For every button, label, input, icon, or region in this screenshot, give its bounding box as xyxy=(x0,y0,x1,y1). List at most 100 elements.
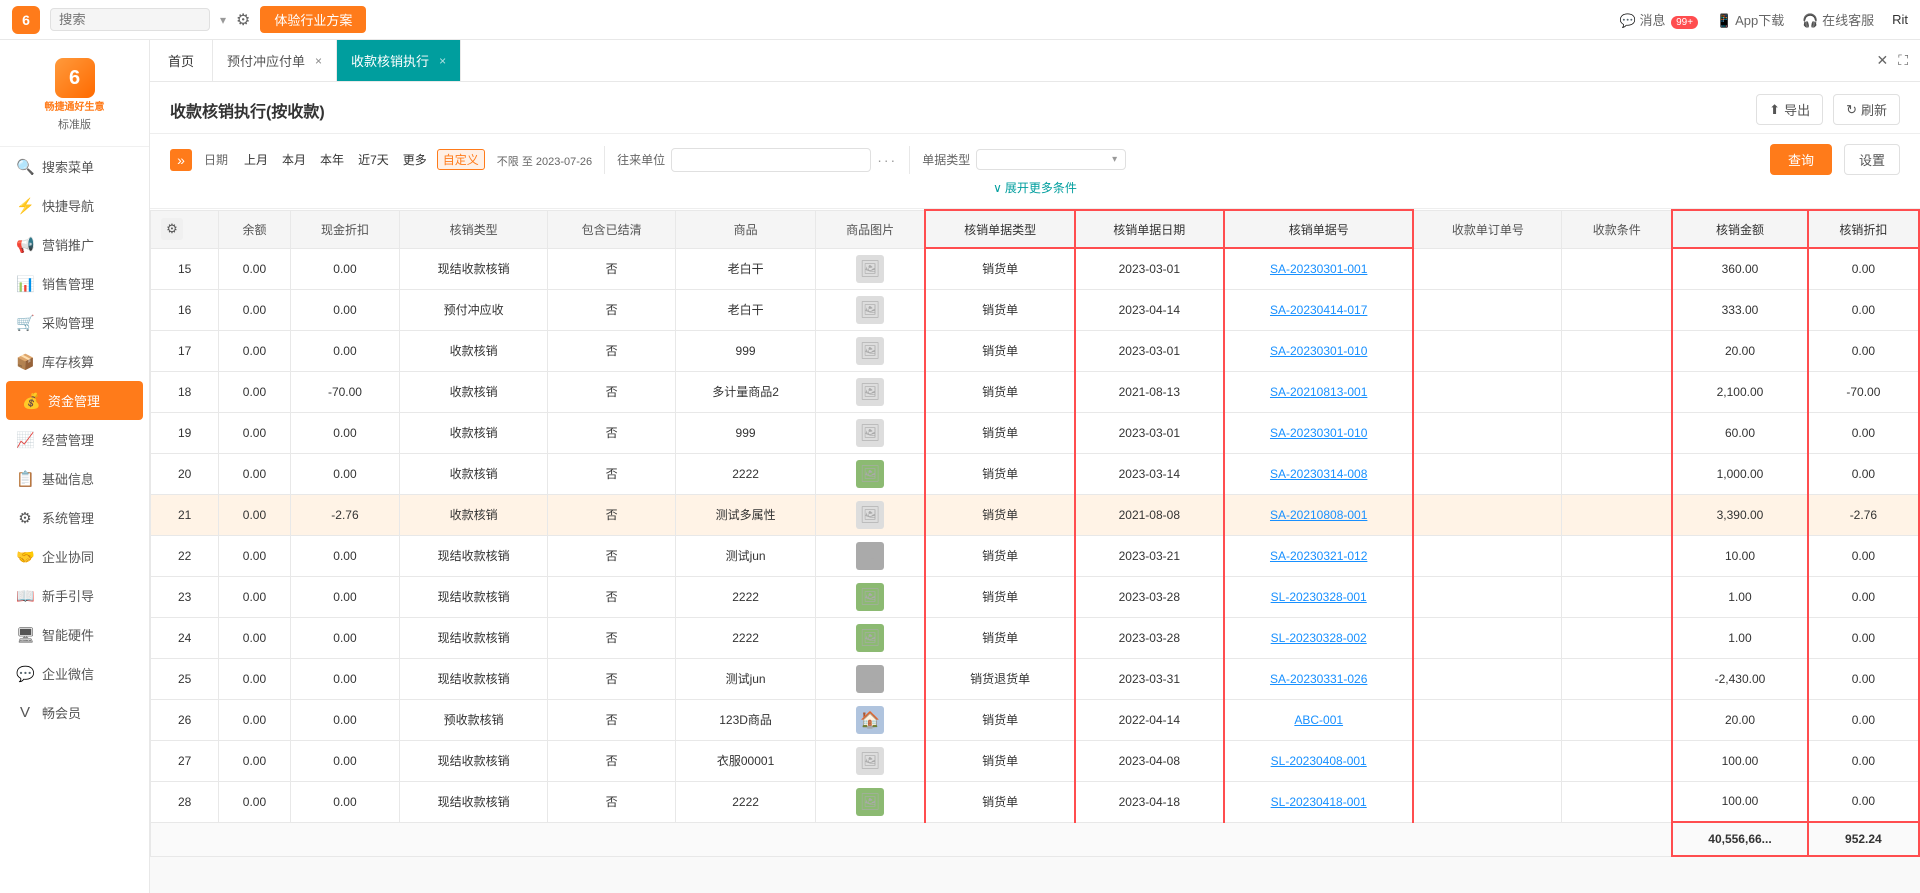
cell-voucher-no[interactable]: SL-20230418-001 xyxy=(1224,781,1414,822)
sidebar-item-marketing[interactable]: 📢 营销推广 xyxy=(0,225,149,264)
cell-voucher-no[interactable]: SA-20230301-010 xyxy=(1224,412,1414,453)
cell-goods-img: 🖼 xyxy=(815,781,925,822)
cell-goods: 999 xyxy=(676,412,815,453)
sidebar-item-hardware[interactable]: 🖥 智能硬件 xyxy=(0,615,149,654)
sidebar-item-guide[interactable]: 📖 新手引导 xyxy=(0,576,149,615)
sidebar-item-operations[interactable]: 📈 经营管理 xyxy=(0,420,149,459)
app-download-link[interactable]: 📱 App下载 xyxy=(1716,10,1784,29)
settings-button[interactable]: 设置 xyxy=(1844,144,1900,175)
dropdown-arrow-icon[interactable]: ▾ xyxy=(220,13,226,27)
tab-verify-close[interactable]: × xyxy=(439,54,446,68)
page-actions: ⬆ 导出 ↻ 刷新 xyxy=(1756,94,1900,125)
cell-goods-img: 🖼 xyxy=(815,617,925,658)
cell-voucher-no[interactable]: SA-20210808-001 xyxy=(1224,494,1414,535)
filter-divider-1 xyxy=(604,146,605,174)
cell-goods-img: 🖼 xyxy=(815,371,925,412)
cell-goods: 老白干 xyxy=(676,289,815,330)
sidebar-item-enterprise[interactable]: 🤝 企业协同 xyxy=(0,537,149,576)
th-balance: 余额 xyxy=(219,210,290,248)
sidebar-label-wechat: 企业微信 xyxy=(42,664,94,683)
cell-voucher-no[interactable]: SA-20230301-001 xyxy=(1224,248,1414,289)
cell-voucher-no[interactable]: SA-20230414-017 xyxy=(1224,289,1414,330)
cell-goods-img: 🖼 xyxy=(815,289,925,330)
date-custom[interactable]: 自定义 xyxy=(437,149,485,170)
cell-voucher-no[interactable]: SL-20230408-001 xyxy=(1224,740,1414,781)
sidebar-item-search[interactable]: 🔍 搜索菜单 xyxy=(0,147,149,186)
cell-voucher-type: 销货单 xyxy=(925,699,1074,740)
expand-more-button[interactable]: ∨ 展开更多条件 xyxy=(993,179,1077,196)
date-last-month[interactable]: 上月 xyxy=(240,149,272,170)
sidebar-item-finance[interactable]: 💰 资金管理 xyxy=(6,381,143,420)
cell-voucher-no[interactable]: SA-20230331-026 xyxy=(1224,658,1414,699)
gear-icon[interactable]: ⚙ xyxy=(236,10,250,30)
solution-button[interactable]: 体验行业方案 xyxy=(260,6,366,33)
cell-voucher-no[interactable]: SA-20230321-012 xyxy=(1224,535,1414,576)
top-bar-right: 💬 消息 99+ 📱 App下载 🎧 在线客服 Rit xyxy=(1620,10,1908,29)
cell-voucher-no[interactable]: SA-20230314-008 xyxy=(1224,453,1414,494)
sidebar-item-basic-info[interactable]: 📋 基础信息 xyxy=(0,459,149,498)
cell-voucher-no[interactable]: SL-20230328-001 xyxy=(1224,576,1414,617)
cell-discount: 0.00 xyxy=(1808,781,1919,822)
cell-included: 否 xyxy=(547,248,676,289)
export-button[interactable]: ⬆ 导出 xyxy=(1756,94,1823,125)
sidebar-item-system[interactable]: ⚙ 系统管理 xyxy=(0,498,149,537)
table-row: 26 0.00 0.00 预收款核销 否 123D商品 🏠 销货单 2022-0… xyxy=(151,699,1920,740)
sidebar-label-guide: 新手引导 xyxy=(42,586,94,605)
box-icon: 📦 xyxy=(16,353,34,371)
cell-voucher-no[interactable]: SA-20230301-010 xyxy=(1224,330,1414,371)
cell-amount: 100.00 xyxy=(1672,740,1808,781)
sidebar-item-inventory[interactable]: 📦 库存核算 xyxy=(0,342,149,381)
table-area[interactable]: ⚙ 余额 现金折扣 核销类型 包含已结清 商品 商品图片 核销单据类型 核销单据… xyxy=(150,209,1920,893)
cell-voucher-date: 2023-03-28 xyxy=(1075,617,1224,658)
cell-voucher-no[interactable]: SA-20210813-001 xyxy=(1224,371,1414,412)
refresh-button[interactable]: ↻ 刷新 xyxy=(1833,94,1900,125)
sidebar-item-shortcut[interactable]: ⚡ 快捷导航 xyxy=(0,186,149,225)
cell-included: 否 xyxy=(547,535,676,576)
date-this-year[interactable]: 本年 xyxy=(316,149,348,170)
date-more[interactable]: 更多 xyxy=(399,149,431,170)
online-service-link[interactable]: 🎧 在线客服 xyxy=(1802,10,1874,29)
tab-bar-controls: ✕ ⛶ xyxy=(1864,40,1920,81)
cell-voucher-no[interactable]: SL-20230328-002 xyxy=(1224,617,1414,658)
cell-amount: 2,100.00 xyxy=(1672,371,1808,412)
cell-voucher-no[interactable]: ABC-001 xyxy=(1224,699,1414,740)
cell-receipt-cond xyxy=(1562,289,1672,330)
th-voucher-date: 核销单据日期 xyxy=(1075,210,1224,248)
tab-verify[interactable]: 收款核销执行 × xyxy=(337,40,461,81)
query-button[interactable]: 查询 xyxy=(1770,144,1832,175)
search-input[interactable] xyxy=(50,8,210,31)
tab-prepaid[interactable]: 预付冲应付单 × xyxy=(213,40,337,81)
sidebar-item-wechat[interactable]: 💬 企业微信 xyxy=(0,654,149,693)
from-unit-dots[interactable]: ··· xyxy=(877,152,897,168)
cell-receipt-order xyxy=(1413,248,1561,289)
sidebar-item-vip[interactable]: V 畅会员 xyxy=(0,693,149,732)
cell-cash-discount: -2.76 xyxy=(290,494,400,535)
cell-num: 15 xyxy=(151,248,219,289)
date-this-month[interactable]: 本月 xyxy=(278,149,310,170)
cell-discount: 0.00 xyxy=(1808,453,1919,494)
tab-home[interactable]: 首页 xyxy=(150,40,213,81)
logo-icon: 6 xyxy=(55,58,95,98)
column-settings-icon[interactable]: ⚙ xyxy=(161,218,183,240)
th-settings[interactable]: ⚙ xyxy=(151,210,219,248)
voucher-type-select[interactable]: ▾ xyxy=(976,149,1126,170)
table-row: 23 0.00 0.00 现结收款核销 否 2222 🖼 销货单 2023-03… xyxy=(151,576,1920,617)
total-discount: 952.24 xyxy=(1808,822,1919,856)
cell-receipt-cond xyxy=(1562,535,1672,576)
close-window-icon[interactable]: ✕ xyxy=(1876,52,1888,69)
sidebar-item-sales[interactable]: 📊 销售管理 xyxy=(0,264,149,303)
th-goods-img: 商品图片 xyxy=(815,210,925,248)
sidebar-item-purchase[interactable]: 🛒 采购管理 xyxy=(0,303,149,342)
filter-expand-button[interactable]: » xyxy=(170,149,192,171)
cell-receipt-cond xyxy=(1562,699,1672,740)
tab-prepaid-close[interactable]: × xyxy=(315,54,322,68)
filter-area: » 日期 上月 本月 本年 近7天 更多 自定义 不限 至 2023-07-26… xyxy=(150,134,1920,209)
cell-goods-img: 🖼 xyxy=(815,658,925,699)
from-unit-input[interactable] xyxy=(671,148,871,172)
table-row: 28 0.00 0.00 现结收款核销 否 2222 🖼 销货单 2023-04… xyxy=(151,781,1920,822)
maximize-window-icon[interactable]: ⛶ xyxy=(1898,52,1908,69)
user-name[interactable]: Rit xyxy=(1892,12,1908,27)
cart-icon: 🛒 xyxy=(16,314,34,332)
date-last-7-days[interactable]: 近7天 xyxy=(354,149,393,170)
messages-link[interactable]: 💬 消息 99+ xyxy=(1620,10,1698,29)
